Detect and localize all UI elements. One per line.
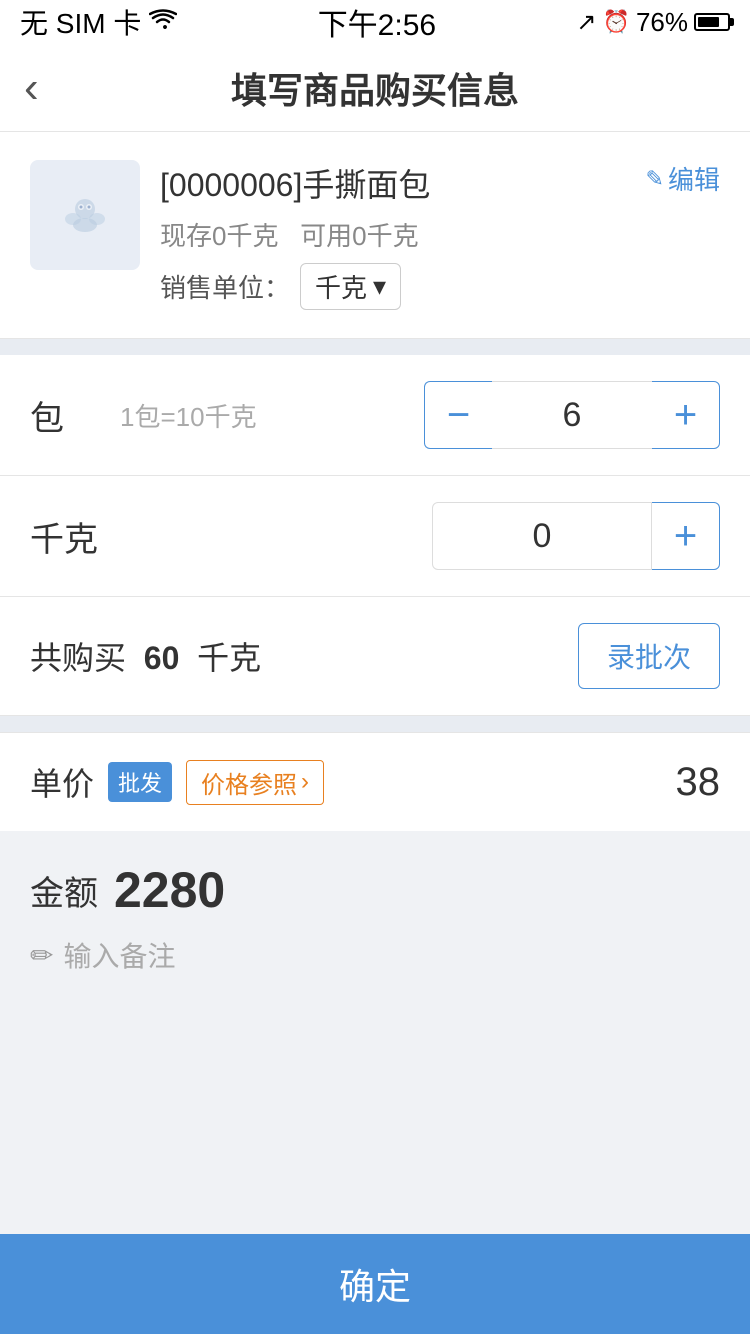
price-ref-button[interactable]: 价格参照 › <box>186 760 324 805</box>
kg-input-row: 千克 + <box>0 476 750 597</box>
package-stepper: − + <box>424 381 720 449</box>
price-label: 单价 <box>30 759 94 805</box>
input-section: 包 1包=10千克 − + 千克 + 共购买 60 千克 录批次 <box>0 355 750 716</box>
status-left: 无 SIM 卡 <box>20 2 177 42</box>
dropdown-icon: ▾ <box>373 271 386 302</box>
price-value: 38 <box>676 760 721 805</box>
edit-icon: ✎ <box>646 166 664 192</box>
carrier-label: 无 SIM 卡 <box>20 2 141 42</box>
pencil-icon: ✏ <box>30 939 53 972</box>
product-card: [0000006]手撕面包 现存0千克 可用0千克 销售单位： 千克 ▾ ✎ 编… <box>0 132 750 339</box>
amount-row: 金额 2280 <box>30 861 720 919</box>
nav-bar: ‹ 填写商品购买信息 <box>0 44 750 132</box>
status-time: 下午2:56 <box>318 0 436 44</box>
package-plus-button[interactable]: + <box>652 381 720 449</box>
battery-percent: 76% <box>636 7 688 38</box>
product-image <box>30 160 140 270</box>
kg-stepper: + <box>432 502 720 570</box>
product-stock: 现存0千克 可用0千克 <box>160 216 626 253</box>
battery-icon <box>694 13 730 31</box>
remark-row[interactable]: ✏ 输入备注 <box>30 935 720 975</box>
package-hint: 1包=10千克 <box>120 397 424 434</box>
confirm-button[interactable]: 确定 <box>0 1234 750 1334</box>
price-section: 单价 批发 价格参照 › 38 <box>0 732 750 831</box>
package-input-row: 包 1包=10千克 − + <box>0 355 750 476</box>
kg-value-input[interactable] <box>432 502 652 570</box>
amount-label: 金额 <box>30 866 98 915</box>
wifi-icon <box>149 6 177 38</box>
status-bar: 无 SIM 卡 下午2:56 ↗ ⏰ 76% <box>0 0 750 44</box>
amount-value: 2280 <box>114 861 225 919</box>
remark-placeholder: 输入备注 <box>63 935 175 975</box>
back-icon: ‹ <box>24 63 39 112</box>
alarm-icon: ⏰ <box>603 9 630 35</box>
page-title: 填写商品购买信息 <box>231 62 519 114</box>
package-label: 包 <box>30 391 110 440</box>
product-unit: 销售单位： 千克 ▾ <box>160 263 626 310</box>
batch-button[interactable]: 录批次 <box>578 623 720 689</box>
package-minus-button[interactable]: − <box>424 381 492 449</box>
edit-button[interactable]: ✎ 编辑 <box>646 160 720 197</box>
status-right: ↗ ⏰ 76% <box>576 7 730 38</box>
product-info: [0000006]手撕面包 现存0千克 可用0千克 销售单位： 千克 ▾ <box>160 160 626 310</box>
back-button[interactable]: ‹ <box>24 63 39 113</box>
price-tag-pifa: 批发 <box>108 762 172 802</box>
section-divider-2 <box>0 716 750 732</box>
total-text: 共购买 60 千克 <box>30 633 261 679</box>
package-value-input[interactable] <box>492 381 652 449</box>
total-row: 共购买 60 千克 录批次 <box>0 597 750 716</box>
location-icon: ↗ <box>576 8 596 37</box>
chevron-right-icon: › <box>301 768 309 796</box>
section-divider <box>0 339 750 355</box>
unit-select[interactable]: 千克 ▾ <box>300 263 401 310</box>
product-name: [0000006]手撕面包 <box>160 160 626 206</box>
price-row: 单价 批发 价格参照 › 38 <box>30 759 720 805</box>
kg-plus-button[interactable]: + <box>652 502 720 570</box>
kg-label: 千克 <box>30 512 110 561</box>
amount-section: 金额 2280 ✏ 输入备注 <box>0 831 750 1234</box>
